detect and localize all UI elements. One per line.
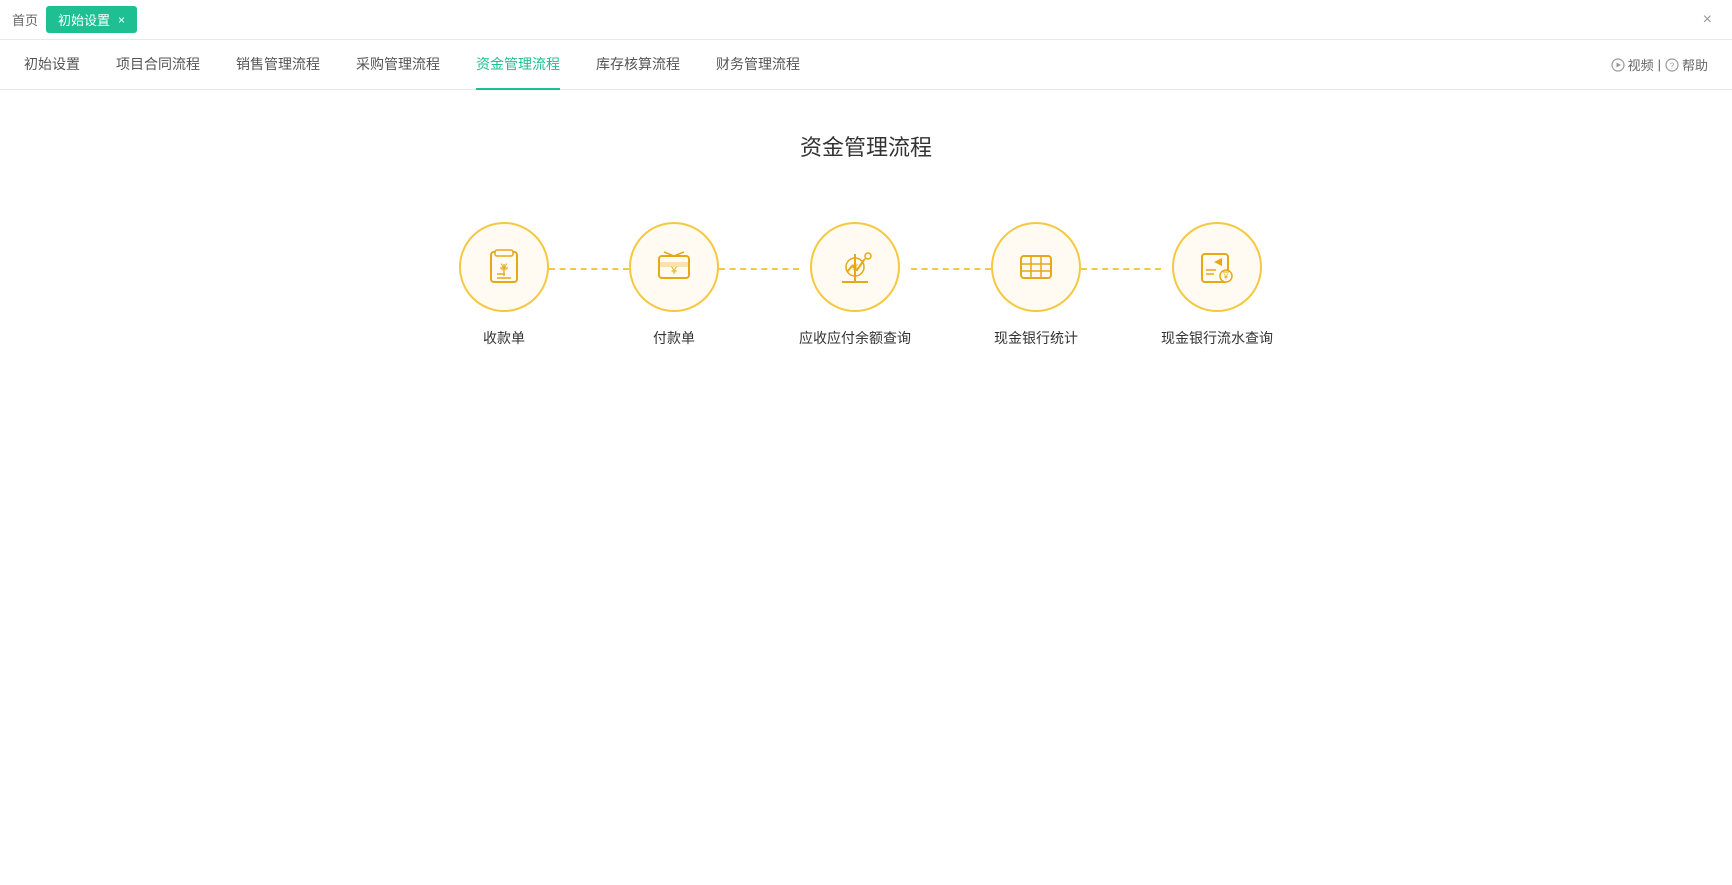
payment-icon-circle: ¥ — [629, 222, 719, 312]
svg-text:?: ? — [1670, 61, 1675, 70]
active-tab[interactable]: 初始设置 × — [46, 6, 137, 33]
help-link[interactable]: ? 帮助 — [1665, 55, 1708, 74]
video-icon — [1611, 58, 1625, 72]
flow-item-receipt[interactable]: ¥ 收款单 — [459, 222, 549, 348]
flow-item-bank-stat[interactable]: 现金银行统计 — [991, 222, 1081, 348]
bank-stat-label: 现金银行统计 — [994, 328, 1078, 348]
nav-item-purchase[interactable]: 采购管理流程 — [356, 40, 440, 90]
tab-close-icon[interactable]: × — [118, 13, 125, 27]
connector-2 — [719, 268, 799, 270]
connector-3 — [911, 268, 991, 270]
home-link[interactable]: 首页 — [12, 10, 38, 29]
nav-item-project[interactable]: 项目合同流程 — [116, 40, 200, 90]
nav-item-initial[interactable]: 初始设置 — [24, 40, 80, 90]
nav-separator: | — [1658, 57, 1661, 72]
svg-text:¥: ¥ — [851, 263, 858, 274]
nav-item-fund[interactable]: 资金管理流程 — [476, 40, 560, 90]
page-title: 资金管理流程 — [0, 130, 1732, 162]
bank-stat-icon-circle — [991, 222, 1081, 312]
svg-text:¥: ¥ — [1223, 273, 1229, 282]
receipt-label: 收款单 — [483, 328, 525, 348]
video-link[interactable]: 视频 — [1611, 55, 1654, 74]
window-close-button[interactable]: × — [1695, 11, 1720, 29]
payment-label: 付款单 — [653, 328, 695, 348]
bank-flow-icon-circle: ¥ — [1172, 222, 1262, 312]
main-content: 资金管理流程 ¥ 收款单 — [0, 90, 1732, 388]
bank-flow-icon: ¥ — [1194, 244, 1240, 290]
receipt-icon: ¥ — [481, 244, 527, 290]
bank-stat-icon — [1013, 244, 1059, 290]
balance-icon: ¥ — [832, 244, 878, 290]
help-icon: ? — [1665, 58, 1679, 72]
balance-icon-circle: ¥ — [810, 222, 900, 312]
svg-text:¥: ¥ — [670, 265, 678, 277]
nav-item-sales[interactable]: 销售管理流程 — [236, 40, 320, 90]
flow-item-payment[interactable]: ¥ 付款单 — [629, 222, 719, 348]
nav-right: 视频 | ? 帮助 — [1611, 55, 1708, 74]
receipt-icon-circle: ¥ — [459, 222, 549, 312]
top-bar: 首页 初始设置 × × — [0, 0, 1732, 40]
nav-bar: 初始设置 项目合同流程 销售管理流程 采购管理流程 资金管理流程 库存核算流程 … — [0, 40, 1732, 90]
nav-item-finance[interactable]: 财务管理流程 — [716, 40, 800, 90]
top-bar-right: × — [1695, 11, 1720, 29]
active-tab-label: 初始设置 — [58, 10, 110, 29]
nav-item-inventory[interactable]: 库存核算流程 — [596, 40, 680, 90]
flow-item-balance[interactable]: ¥ 应收应付余额查询 — [799, 222, 911, 348]
connector-4 — [1081, 268, 1161, 270]
payment-icon: ¥ — [651, 244, 697, 290]
connector-1 — [549, 268, 629, 270]
balance-label: 应收应付余额查询 — [799, 328, 911, 348]
bank-flow-label: 现金银行流水查询 — [1161, 328, 1273, 348]
flow-item-bank-flow[interactable]: ¥ 现金银行流水查询 — [1161, 222, 1273, 348]
flow-row: ¥ 收款单 ¥ — [0, 222, 1732, 348]
